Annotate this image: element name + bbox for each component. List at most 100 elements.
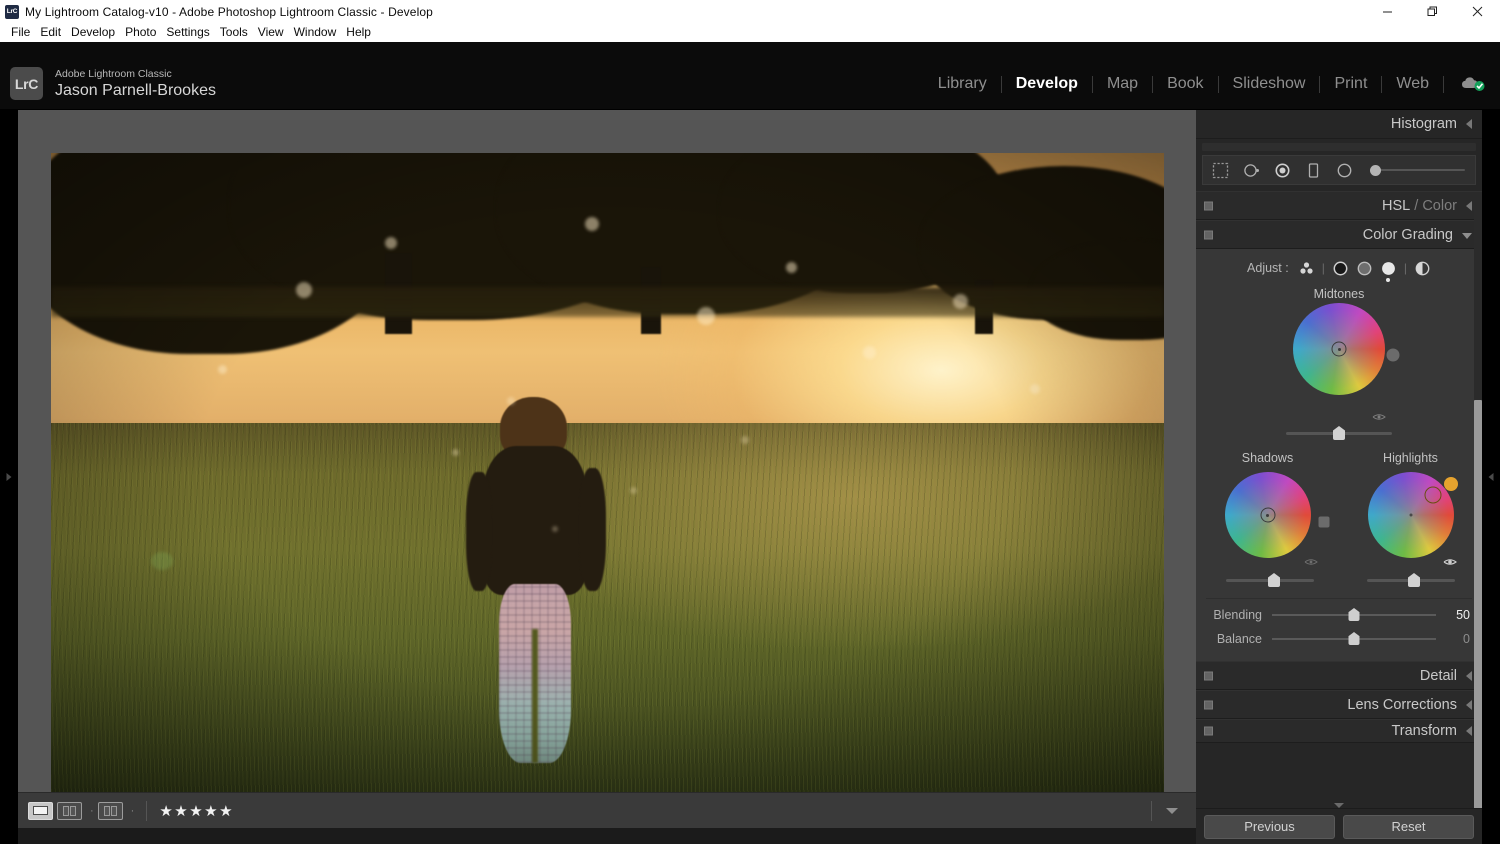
slider-row-blending[interactable]: Blending 50	[1196, 603, 1482, 627]
adjust-separator: |	[1403, 261, 1407, 275]
lightroom-logo-icon: LrC	[10, 67, 43, 100]
user-name-label: Jason Parnell-Brookes	[55, 81, 216, 99]
chevron-left-icon[interactable]	[1466, 726, 1472, 736]
slider-track-blending[interactable]	[1272, 608, 1436, 622]
compare-view-button[interactable]	[57, 801, 82, 820]
panel-scrollbar[interactable]	[1474, 210, 1482, 820]
wheel-puck-highlights[interactable]	[1424, 486, 1442, 504]
menu-photo[interactable]: Photo	[120, 23, 161, 42]
slider-track-balance[interactable]	[1272, 632, 1436, 646]
adjust-midtones-icon[interactable]	[1356, 260, 1373, 277]
color-wheel-highlights[interactable]	[1367, 472, 1454, 558]
adjust-shadows-icon[interactable]	[1332, 260, 1349, 277]
toolbar-dot-separator: ·	[130, 804, 135, 817]
module-slideshow[interactable]: Slideshow	[1219, 73, 1320, 95]
luminance-slider-midtones[interactable]	[1196, 414, 1482, 443]
eye-visible-icon[interactable]	[1443, 554, 1457, 565]
loupe-view-button[interactable]	[28, 801, 53, 820]
color-wheel-shadows[interactable]	[1224, 472, 1311, 558]
panel-enable-switch[interactable]	[1204, 201, 1213, 210]
eye-hidden-icon[interactable]	[1304, 554, 1318, 565]
wheel-puck-midtones[interactable]	[1331, 341, 1347, 357]
module-web[interactable]: Web	[1382, 73, 1443, 95]
slider-row-balance[interactable]: Balance 0	[1196, 627, 1482, 651]
wheel-swatch-midtones	[1386, 348, 1400, 362]
chevron-left-icon[interactable]	[1466, 200, 1472, 211]
wheel-label-midtones: Midtones	[1313, 287, 1365, 301]
toolbar-divider	[1151, 800, 1152, 821]
panel-header-transform[interactable]: Transform	[1196, 719, 1482, 743]
chevron-left-icon[interactable]	[1466, 119, 1472, 129]
slider-value-balance[interactable]: 0	[1436, 632, 1470, 646]
color-grading-panel: Adjust : | | Midtones Shadows Highlights…	[1196, 249, 1482, 661]
panel-enable-switch[interactable]	[1204, 230, 1213, 239]
spot-removal-icon[interactable]	[1242, 161, 1261, 180]
panel-enable-switch[interactable]	[1204, 700, 1213, 709]
module-develop[interactable]: Develop	[1002, 73, 1092, 95]
red-eye-correction-icon[interactable]	[1273, 161, 1292, 180]
panel-header-color-grading[interactable]: Color Grading	[1196, 220, 1482, 249]
wheel-swatch-highlights	[1444, 477, 1458, 491]
panel-scroll-thumb[interactable]	[1474, 400, 1482, 820]
menu-tools[interactable]: Tools	[215, 23, 253, 42]
left-panel-toggle[interactable]	[0, 110, 18, 844]
panel-header-histogram[interactable]: Histogram	[1196, 110, 1482, 139]
luminance-slider-highlights[interactable]	[1339, 559, 1482, 590]
histogram-panel	[1196, 139, 1482, 191]
image-stage[interactable]	[18, 110, 1196, 796]
wheel-label-highlights: Highlights	[1383, 451, 1438, 465]
chevron-down-icon[interactable]	[1166, 807, 1178, 814]
chevron-down-icon[interactable]	[1462, 232, 1472, 239]
wheel-puck-shadows[interactable]	[1260, 507, 1275, 523]
close-icon[interactable]	[1455, 0, 1500, 23]
identity-plate[interactable]: LrC Adobe Lightroom Classic Jason Parnel…	[10, 67, 216, 100]
module-library[interactable]: Library	[924, 73, 1001, 95]
title-bar: LrC My Lightroom Catalog-v10 - Adobe Pho…	[0, 0, 1500, 23]
panel-header-hsl-color[interactable]: HSL / Color	[1196, 191, 1482, 220]
cloud-sync-icon[interactable]	[1444, 73, 1485, 95]
menu-window[interactable]: Window	[289, 23, 342, 42]
eye-hidden-icon[interactable]	[1372, 409, 1386, 420]
graduated-filter-icon[interactable]	[1304, 161, 1323, 180]
adjust-highlights-icon[interactable]	[1380, 260, 1397, 282]
module-book[interactable]: Book	[1153, 73, 1217, 95]
panel-enable-switch[interactable]	[1204, 671, 1213, 680]
right-panel-edge-toggle[interactable]	[1482, 110, 1500, 844]
histogram-graph	[1202, 143, 1476, 151]
preview-photo[interactable]	[51, 153, 1164, 796]
menu-view[interactable]: View	[253, 23, 289, 42]
tool-amount-slider[interactable]	[1370, 163, 1467, 177]
menu-help[interactable]: Help	[341, 23, 376, 42]
star-rating[interactable]: ★★★★★	[159, 802, 234, 820]
module-map[interactable]: Map	[1093, 73, 1152, 95]
chevron-left-icon[interactable]	[1466, 699, 1472, 710]
panel-header-lens-corrections[interactable]: Lens Corrections	[1196, 690, 1482, 719]
crop-overlay-icon[interactable]	[1211, 161, 1230, 180]
panel-header-detail[interactable]: Detail	[1196, 661, 1482, 690]
menu-edit[interactable]: Edit	[35, 23, 66, 42]
minimize-icon[interactable]	[1365, 0, 1410, 23]
panel-enable-switch[interactable]	[1204, 726, 1213, 736]
slider-value-blending[interactable]: 50	[1436, 608, 1470, 622]
adjust-all-wheels-icon[interactable]	[1298, 260, 1315, 277]
radial-filter-icon[interactable]	[1335, 161, 1354, 180]
adjust-global-icon[interactable]	[1414, 260, 1431, 277]
slider-label-blending: Blending	[1213, 608, 1262, 622]
menu-file[interactable]: File	[6, 23, 35, 42]
chevron-left-icon[interactable]	[1466, 670, 1472, 681]
menu-settings[interactable]: Settings	[161, 23, 214, 42]
luminance-slider-shadows[interactable]	[1196, 559, 1339, 590]
module-print[interactable]: Print	[1320, 73, 1381, 95]
color-wheel-midtones[interactable]	[1293, 303, 1385, 395]
toolbar-divider	[146, 800, 148, 821]
restore-icon[interactable]	[1410, 0, 1455, 23]
panel-footer-buttons: Previous Reset	[1196, 808, 1482, 844]
previous-button[interactable]: Previous	[1204, 814, 1335, 839]
menu-bar: File Edit Develop Photo Settings Tools V…	[0, 23, 1500, 42]
survey-view-button[interactable]	[97, 801, 123, 820]
reset-button[interactable]: Reset	[1343, 814, 1474, 839]
panel-title-hsl: HSL	[1382, 197, 1411, 214]
menu-develop[interactable]: Develop	[66, 23, 120, 42]
panel-title-lens-corrections: Lens Corrections	[1347, 696, 1457, 713]
selected-indicator-dot	[1386, 277, 1391, 282]
